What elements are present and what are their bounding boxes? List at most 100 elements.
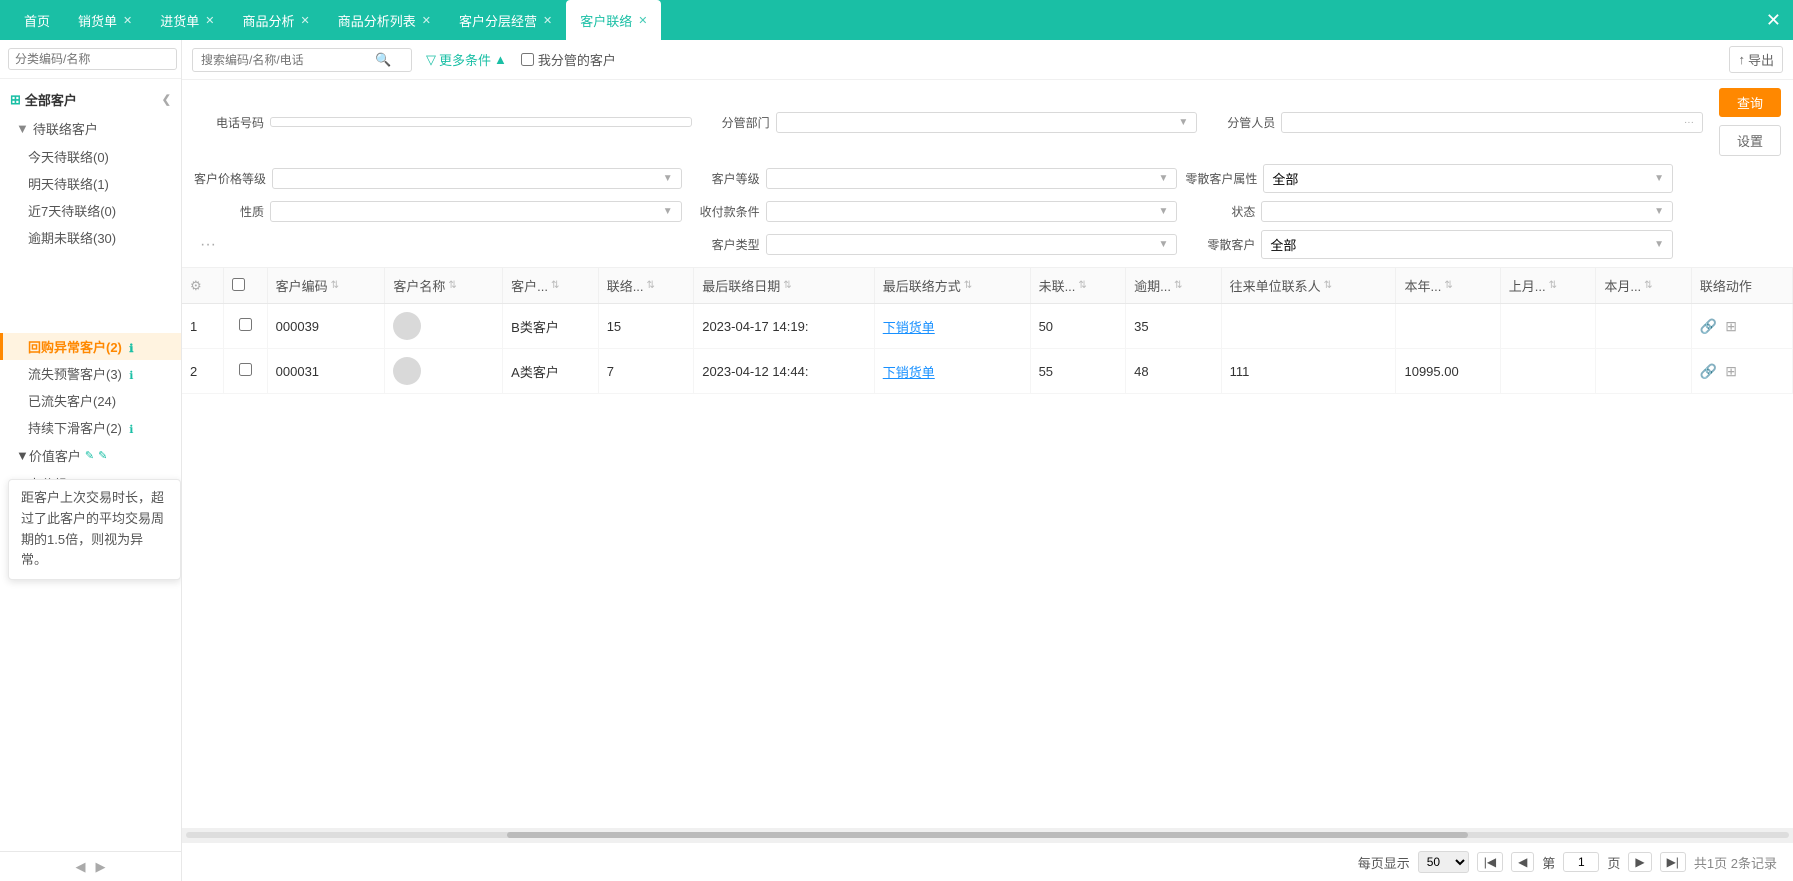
next-page-button[interactable]: ▶ bbox=[1628, 852, 1651, 872]
sidebar-all-customers[interactable]: ⊞ 全部客户 ❮ bbox=[0, 85, 181, 114]
th-last-method[interactable]: 最后联络方式⇅ bbox=[874, 268, 1030, 304]
action-link-icon-2[interactable]: 🔗 bbox=[1700, 363, 1717, 380]
sidebar-item-abnormal[interactable]: 回购异常客户(2) ℹ bbox=[0, 333, 181, 360]
my-customer-checkbox-area[interactable]: 我分管的客户 bbox=[521, 50, 616, 69]
edit-icon2[interactable]: ✎ bbox=[98, 449, 107, 462]
sidebar-item-declining[interactable]: 持续下滑客户(2) ℹ bbox=[0, 414, 181, 441]
more-conditions-button[interactable]: ▽ 更多条件 ▲ bbox=[420, 47, 513, 72]
edit-icon[interactable]: ✎ bbox=[85, 449, 94, 462]
th-contact[interactable]: 联络...⇅ bbox=[598, 268, 694, 304]
action-link-icon-1[interactable]: 🔗 bbox=[1700, 318, 1717, 335]
prev-page-button[interactable]: ◀ bbox=[1511, 852, 1534, 872]
cell-tm-1 bbox=[1596, 304, 1692, 349]
nav-customer-seg[interactable]: 客户分层经营 ✕ bbox=[445, 0, 566, 40]
sort-icon-tm: ⇅ bbox=[1644, 280, 1652, 291]
sidebar-prev-icon[interactable]: ◀ bbox=[76, 859, 86, 875]
th-unit-contact[interactable]: 往来单位联系人⇅ bbox=[1221, 268, 1396, 304]
search-button-icon[interactable]: 🔍 bbox=[375, 52, 391, 68]
price-grade-select[interactable]: ▼ bbox=[272, 168, 682, 189]
filter-person: 分管人员 ··· bbox=[1205, 112, 1703, 133]
sidebar-section-pending[interactable]: ▼ 待联络客户 bbox=[0, 114, 181, 143]
th-last-month[interactable]: 上月...⇅ bbox=[1500, 268, 1596, 304]
th-last-date[interactable]: 最后联络日期⇅ bbox=[694, 268, 875, 304]
filter-customer-type: 客户类型 ▼ bbox=[690, 234, 1178, 255]
th-code[interactable]: 客户编码⇅ bbox=[267, 268, 385, 304]
sidebar-item-today[interactable]: 今天待联络(0) bbox=[0, 143, 181, 170]
nav-analysis-list[interactable]: 商品分析列表 ✕ bbox=[324, 0, 445, 40]
cell-name-1 bbox=[385, 304, 503, 349]
cell-code-2: 000031 bbox=[267, 349, 385, 394]
sidebar-item-overdue[interactable]: 逾期未联络(30) bbox=[0, 224, 181, 251]
filter-retail: 零散客户 全部 ▼ bbox=[1185, 230, 1673, 259]
nav-sales[interactable]: 销货单 ✕ bbox=[64, 0, 146, 40]
phone-input[interactable] bbox=[270, 117, 692, 127]
sidebar-item-losing[interactable]: 流失预警客户(3) ℹ bbox=[0, 360, 181, 387]
retail-select[interactable]: 全部 ▼ bbox=[1261, 230, 1673, 259]
page-number-input[interactable] bbox=[1563, 852, 1599, 872]
cell-contact-2: 7 bbox=[598, 349, 694, 394]
retail-attr-select[interactable]: 全部 ▼ bbox=[1263, 164, 1673, 193]
cell-method-1[interactable]: 下销货单 bbox=[874, 304, 1030, 349]
nav-sales-close[interactable]: ✕ bbox=[123, 14, 132, 27]
sidebar-next-icon[interactable]: ▶ bbox=[96, 859, 106, 875]
export-button[interactable]: ↑ 导出 bbox=[1729, 46, 1783, 73]
customer-type-select[interactable]: ▼ bbox=[766, 234, 1178, 255]
nav-customer-contact-close[interactable]: ✕ bbox=[638, 14, 647, 27]
th-this-month[interactable]: 本月...⇅ bbox=[1596, 268, 1692, 304]
nature-select[interactable]: ▼ bbox=[270, 201, 682, 222]
nav-purchase[interactable]: 进货单 ✕ bbox=[146, 0, 228, 40]
nav-home[interactable]: 首页 bbox=[10, 0, 64, 40]
nav-purchase-close[interactable]: ✕ bbox=[205, 14, 214, 27]
person-arrow-icon: ··· bbox=[1684, 117, 1694, 128]
th-overdue[interactable]: 逾期...⇅ bbox=[1126, 268, 1222, 304]
page-size-select[interactable]: 50 100 200 bbox=[1418, 851, 1469, 873]
payment-select[interactable]: ▼ bbox=[766, 201, 1178, 222]
cell-year-1 bbox=[1396, 304, 1500, 349]
setting-button[interactable]: 设置 bbox=[1719, 125, 1781, 156]
gear-icon[interactable]: ⚙ bbox=[190, 278, 202, 293]
sidebar-search-input[interactable] bbox=[8, 48, 177, 70]
action-grid-icon-2[interactable]: ⊞ bbox=[1725, 363, 1737, 380]
nature-arrow: ▼ bbox=[663, 206, 673, 217]
sort-icon-cat: ⇅ bbox=[551, 280, 559, 291]
cell-year-2: 10995.00 bbox=[1396, 349, 1500, 394]
first-page-button[interactable]: |◀ bbox=[1477, 852, 1503, 872]
select-all-checkbox[interactable] bbox=[232, 278, 245, 291]
collapse-icon[interactable]: ❮ bbox=[162, 93, 171, 106]
info-icon2: ℹ bbox=[129, 370, 133, 382]
filter-panel: 电话号码 分管部门 ▼ 分管人员 ··· bbox=[182, 80, 1793, 268]
person-select[interactable]: ··· bbox=[1281, 112, 1703, 133]
query-button[interactable]: 查询 bbox=[1719, 88, 1781, 117]
sort-icon-unc: ⇅ bbox=[1078, 280, 1086, 291]
scroll-thumb[interactable] bbox=[507, 832, 1469, 838]
sidebar-item-7days[interactable]: 近7天待联络(0) bbox=[0, 197, 181, 224]
row-checkbox-1[interactable] bbox=[239, 318, 252, 331]
cell-unit-1 bbox=[1221, 304, 1396, 349]
search-input[interactable] bbox=[201, 53, 371, 67]
th-name[interactable]: 客户名称⇅ bbox=[385, 268, 503, 304]
th-uncontacted[interactable]: 未联...⇅ bbox=[1030, 268, 1126, 304]
sidebar-item-tomorrow[interactable]: 明天待联络(1) bbox=[0, 170, 181, 197]
th-this-year[interactable]: 本年...⇅ bbox=[1396, 268, 1500, 304]
more-dots-button[interactable]: ··· bbox=[194, 236, 222, 254]
th-gear[interactable]: ⚙ bbox=[182, 268, 223, 304]
dept-select[interactable]: ▼ bbox=[776, 112, 1198, 133]
cell-method-2[interactable]: 下销货单 bbox=[874, 349, 1030, 394]
horizontal-scrollbar[interactable] bbox=[182, 828, 1793, 842]
nav-analysis[interactable]: 商品分析 ✕ bbox=[228, 0, 323, 40]
status-select[interactable]: ▼ bbox=[1261, 201, 1673, 222]
customer-grade-select[interactable]: ▼ bbox=[766, 168, 1178, 189]
last-page-button[interactable]: ▶| bbox=[1660, 852, 1686, 872]
sidebar-value-section[interactable]: ▼ 价值客户 ✎ ✎ bbox=[0, 441, 181, 470]
nav-analysis-close[interactable]: ✕ bbox=[301, 14, 310, 27]
nav-customer-contact[interactable]: 客户联络 ✕ bbox=[566, 0, 661, 40]
my-customer-checkbox[interactable] bbox=[521, 53, 534, 66]
action-grid-icon-1[interactable]: ⊞ bbox=[1725, 318, 1737, 335]
nav-customer-seg-close[interactable]: ✕ bbox=[543, 14, 552, 27]
window-close-button[interactable]: ✕ bbox=[1766, 11, 1781, 29]
th-category[interactable]: 客户...⇅ bbox=[503, 268, 599, 304]
row-checkbox-2[interactable] bbox=[239, 363, 252, 376]
nav-analysis-list-close[interactable]: ✕ bbox=[422, 14, 431, 27]
sidebar-item-lost[interactable]: 已流失客户(24) bbox=[0, 387, 181, 414]
sort-icon-overdue: ⇅ bbox=[1174, 280, 1182, 291]
